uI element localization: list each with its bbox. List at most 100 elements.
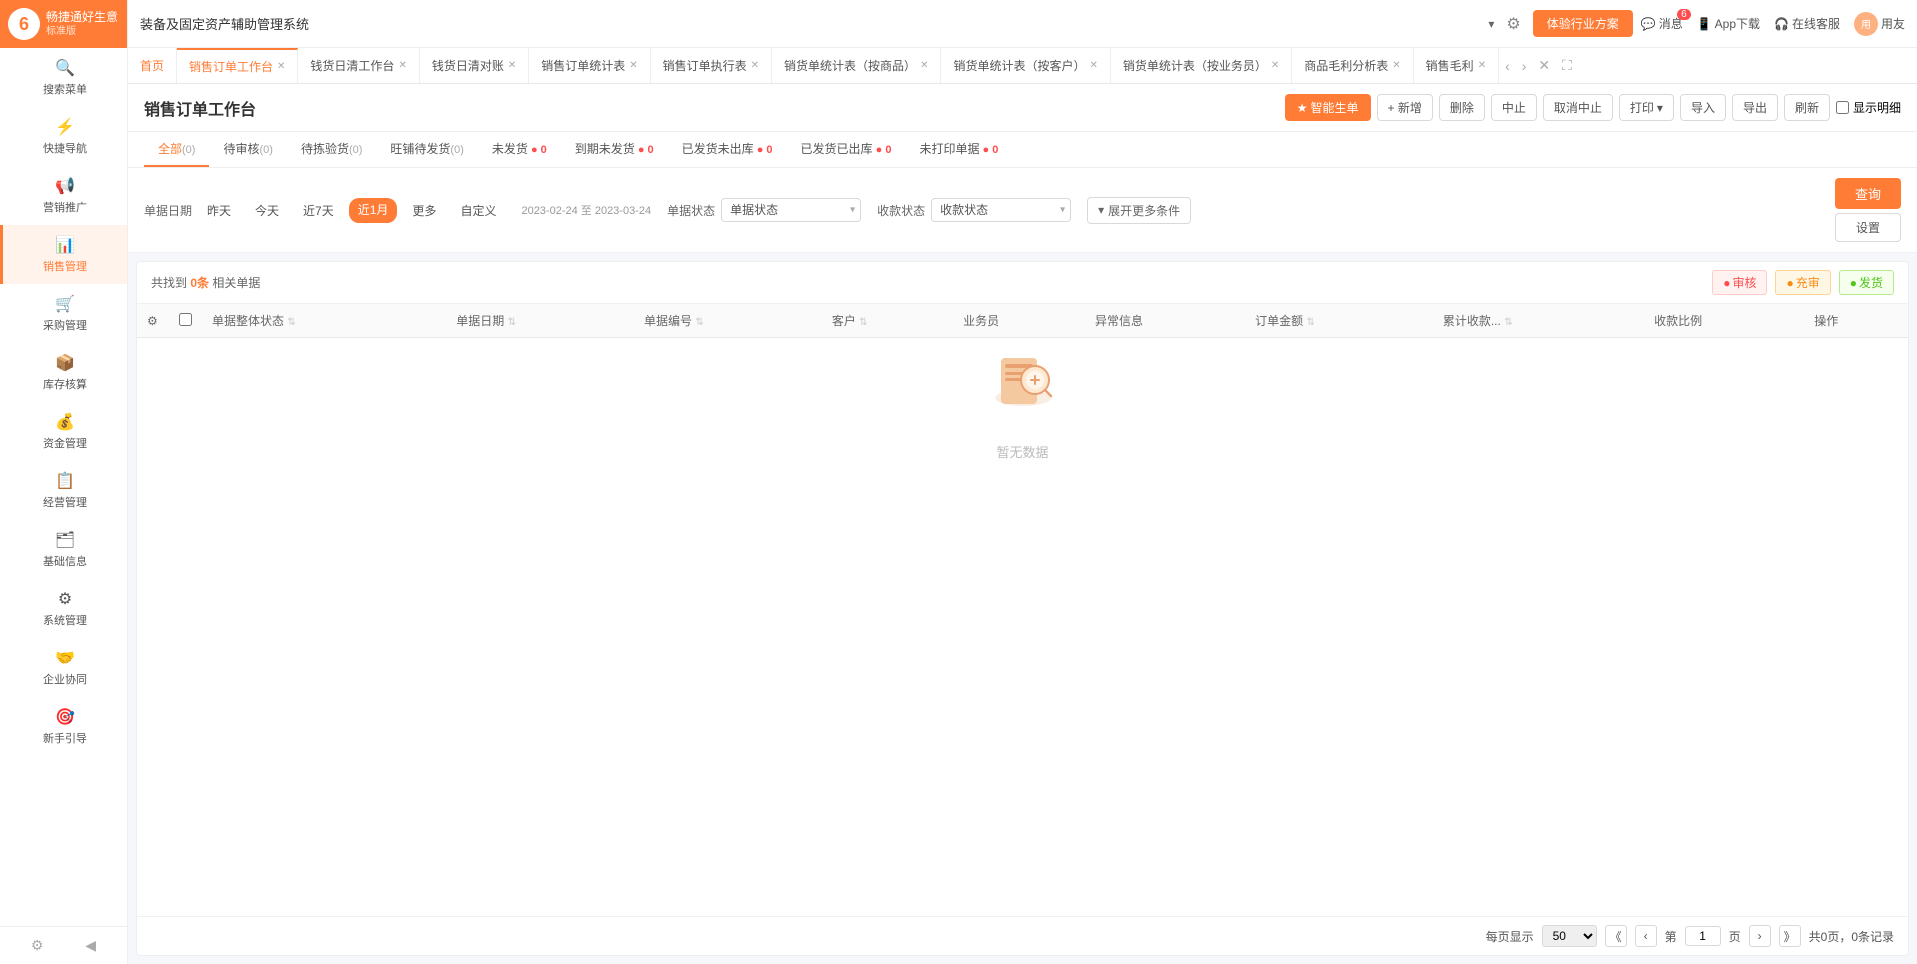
cancel-review-btn[interactable]: ● 充审 — [1775, 270, 1830, 295]
tab-home[interactable]: 首页 — [128, 48, 177, 84]
sidebar-item-collab[interactable]: 🤝 企业协同 — [0, 638, 127, 697]
sidebar-item-guide[interactable]: 🎯 新手引导 — [0, 697, 127, 756]
page-first-btn[interactable]: 《 — [1605, 925, 1627, 947]
tab-sales-by-customer[interactable]: 销货单统计表（按客户） ✕ — [941, 48, 1110, 84]
subtab-wangpu[interactable]: 旺铺待发货(0) — [376, 132, 477, 167]
print-btn[interactable]: 打印 ▾ — [1619, 94, 1674, 121]
subtab-pending-pick[interactable]: 待拣验货(0) — [287, 132, 376, 167]
page-number-input[interactable] — [1685, 926, 1721, 946]
tab-close-order-exec[interactable]: ✕ — [751, 60, 759, 71]
subtab-not-printed[interactable]: 未打印单据 ● 0 — [905, 132, 1012, 167]
sidebar-item-basic[interactable]: 🗂 基础信息 — [0, 520, 127, 579]
page-unit: 页 — [1729, 928, 1741, 945]
btn-custom[interactable]: 自定义 — [451, 198, 505, 223]
tab-sales-workbench[interactable]: 销售订单工作台 ✕ — [177, 48, 298, 84]
sidebar-item-inventory[interactable]: 📦 库存核算 — [0, 343, 127, 402]
subtab-shipped-not-out[interactable]: 已发货未出库 ● 0 — [668, 132, 787, 167]
system-dropdown[interactable]: ▾ — [1488, 17, 1494, 31]
settings-icon[interactable]: ⚙ — [147, 314, 158, 328]
tab-maximize[interactable]: ⛶ — [1556, 57, 1578, 74]
tab-prev[interactable]: ‹ — [1499, 58, 1516, 74]
btn-more[interactable]: 更多 — [403, 198, 445, 223]
filter-settings-btn[interactable]: 设置 — [1835, 213, 1901, 242]
tab-close-by-customer[interactable]: ✕ — [1089, 60, 1097, 71]
tab-close-gross-margin[interactable]: ✕ — [1392, 60, 1400, 71]
export-btn[interactable]: 导出 — [1732, 94, 1778, 121]
message-btn[interactable]: 💬 消息 6 — [1641, 15, 1683, 32]
sort-amount[interactable]: ⇅ — [1306, 317, 1314, 328]
tab-order-stats[interactable]: 销售订单统计表 ✕ — [529, 48, 650, 84]
industry-btn[interactable]: 体验行业方案 — [1533, 10, 1633, 37]
page-size-select[interactable]: 50 100 200 — [1542, 925, 1597, 947]
subtab-not-shipped[interactable]: 未发货 ● 0 — [478, 132, 561, 167]
refresh-btn[interactable]: 刷新 — [1784, 94, 1830, 121]
clipboard-icon: 📋 — [55, 471, 75, 491]
topbar-settings-icon[interactable]: ⚙ — [1502, 10, 1524, 38]
cancel-stop-btn[interactable]: 取消中止 — [1543, 94, 1613, 121]
page-last-btn[interactable]: 》 — [1779, 925, 1801, 947]
subtab-shipped-out[interactable]: 已发货已出库 ● 0 — [787, 132, 906, 167]
show-detail-label[interactable]: 显示明细 — [1836, 99, 1901, 116]
tab-close-sales-profit[interactable]: ✕ — [1478, 60, 1486, 71]
btn-7days[interactable]: 近7天 — [294, 198, 343, 223]
sidebar-item-quicknav[interactable]: ⚡ 快捷导航 — [0, 107, 127, 166]
tab-close-order-stats[interactable]: ✕ — [629, 60, 637, 71]
tab-close-sales-workbench[interactable]: ✕ — [277, 61, 285, 72]
delete-btn[interactable]: 删除 — [1439, 94, 1485, 121]
tab-close-by-product[interactable]: ✕ — [920, 60, 928, 71]
sort-status[interactable]: ⇅ — [287, 317, 295, 328]
sort-date[interactable]: ⇅ — [508, 317, 516, 328]
sort-customer[interactable]: ⇅ — [859, 317, 867, 328]
sidebar-item-sales[interactable]: 📊 销售管理 — [0, 225, 127, 284]
status-select[interactable]: 单据状态 — [721, 198, 861, 222]
online-service-btn[interactable]: 🎧 在线客服 — [1774, 15, 1840, 32]
sort-collected[interactable]: ⇅ — [1504, 317, 1512, 328]
review-btn[interactable]: ● 审核 — [1712, 270, 1767, 295]
tab-daily-clear[interactable]: 钱货日清工作台 ✕ — [298, 48, 419, 84]
tab-close-by-staff[interactable]: ✕ — [1271, 60, 1279, 71]
page-next-btn[interactable]: › — [1749, 925, 1771, 947]
stop-btn[interactable]: 中止 — [1491, 94, 1537, 121]
tab-sales-profit[interactable]: 销售毛利 ✕ — [1414, 48, 1499, 84]
payment-select[interactable]: 收款状态 — [931, 198, 1071, 222]
tab-close-daily-clear[interactable]: ✕ — [398, 60, 406, 71]
date-buttons: 昨天 今天 近7天 近1月 更多 自定义 — [198, 198, 505, 223]
tab-gross-margin[interactable]: 商品毛利分析表 ✕ — [1292, 48, 1413, 84]
add-btn[interactable]: + 新增 — [1377, 94, 1433, 121]
btn-1month[interactable]: 近1月 — [349, 198, 398, 223]
sidebar-item-search[interactable]: 🔍 搜索菜单 — [0, 48, 127, 107]
tab-close-reconciliation[interactable]: ✕ — [508, 60, 516, 71]
smart-generate-btn[interactable]: ★ 智能生单 — [1285, 94, 1371, 121]
page-prev-btn[interactable]: ‹ — [1635, 925, 1657, 947]
sidebar-item-purchase[interactable]: 🛒 采购管理 — [0, 284, 127, 343]
tab-sales-by-staff[interactable]: 销货单统计表（按业务员） ✕ — [1111, 48, 1292, 84]
select-all-checkbox[interactable] — [179, 313, 192, 326]
tab-reconciliation[interactable]: 钱货日清对账 ✕ — [420, 48, 529, 84]
ship-btn[interactable]: ● 发货 — [1839, 270, 1894, 295]
subtab-pending-review[interactable]: 待审核(0) — [209, 132, 286, 167]
tab-sales-by-product[interactable]: 销货单统计表（按商品） ✕ — [772, 48, 941, 84]
tab-order-exec[interactable]: 销售订单执行表 ✕ — [651, 48, 772, 84]
sort-number[interactable]: ⇅ — [695, 317, 703, 328]
sidebar-item-marketing[interactable]: 📢 营销推广 — [0, 166, 127, 225]
subtab-all[interactable]: 全部(0) — [144, 132, 209, 167]
subtab-overdue-not-shipped[interactable]: 到期未发货 ● 0 — [561, 132, 668, 167]
chart-icon: 📊 — [55, 235, 75, 255]
query-btn[interactable]: 查询 — [1835, 178, 1901, 209]
sidebar-item-operations[interactable]: 📋 经营管理 — [0, 461, 127, 520]
show-detail-checkbox[interactable] — [1836, 101, 1849, 114]
cancel-review-dot: ● — [1786, 276, 1793, 290]
sidebar-item-finance[interactable]: 💰 资金管理 — [0, 402, 127, 461]
btn-yesterday[interactable]: 昨天 — [198, 198, 240, 223]
btn-today[interactable]: 今天 — [246, 198, 288, 223]
sidebar-item-system[interactable]: ⚙ 系统管理 — [0, 579, 127, 638]
expand-filter-btn[interactable]: ▾ 展开更多条件 — [1087, 197, 1191, 224]
user-menu[interactable]: 用 用友 — [1854, 12, 1905, 36]
app-download-btn[interactable]: 📱 App下载 — [1697, 15, 1760, 32]
tab-close-all[interactable]: ✕ — [1532, 57, 1556, 74]
tab-next[interactable]: › — [1516, 58, 1533, 74]
settings-bottom-icon[interactable]: ⚙ — [31, 937, 44, 954]
flash-icon: ⚡ — [55, 117, 75, 137]
import-btn[interactable]: 导入 — [1680, 94, 1726, 121]
collapse-icon[interactable]: ◀ — [85, 937, 96, 954]
